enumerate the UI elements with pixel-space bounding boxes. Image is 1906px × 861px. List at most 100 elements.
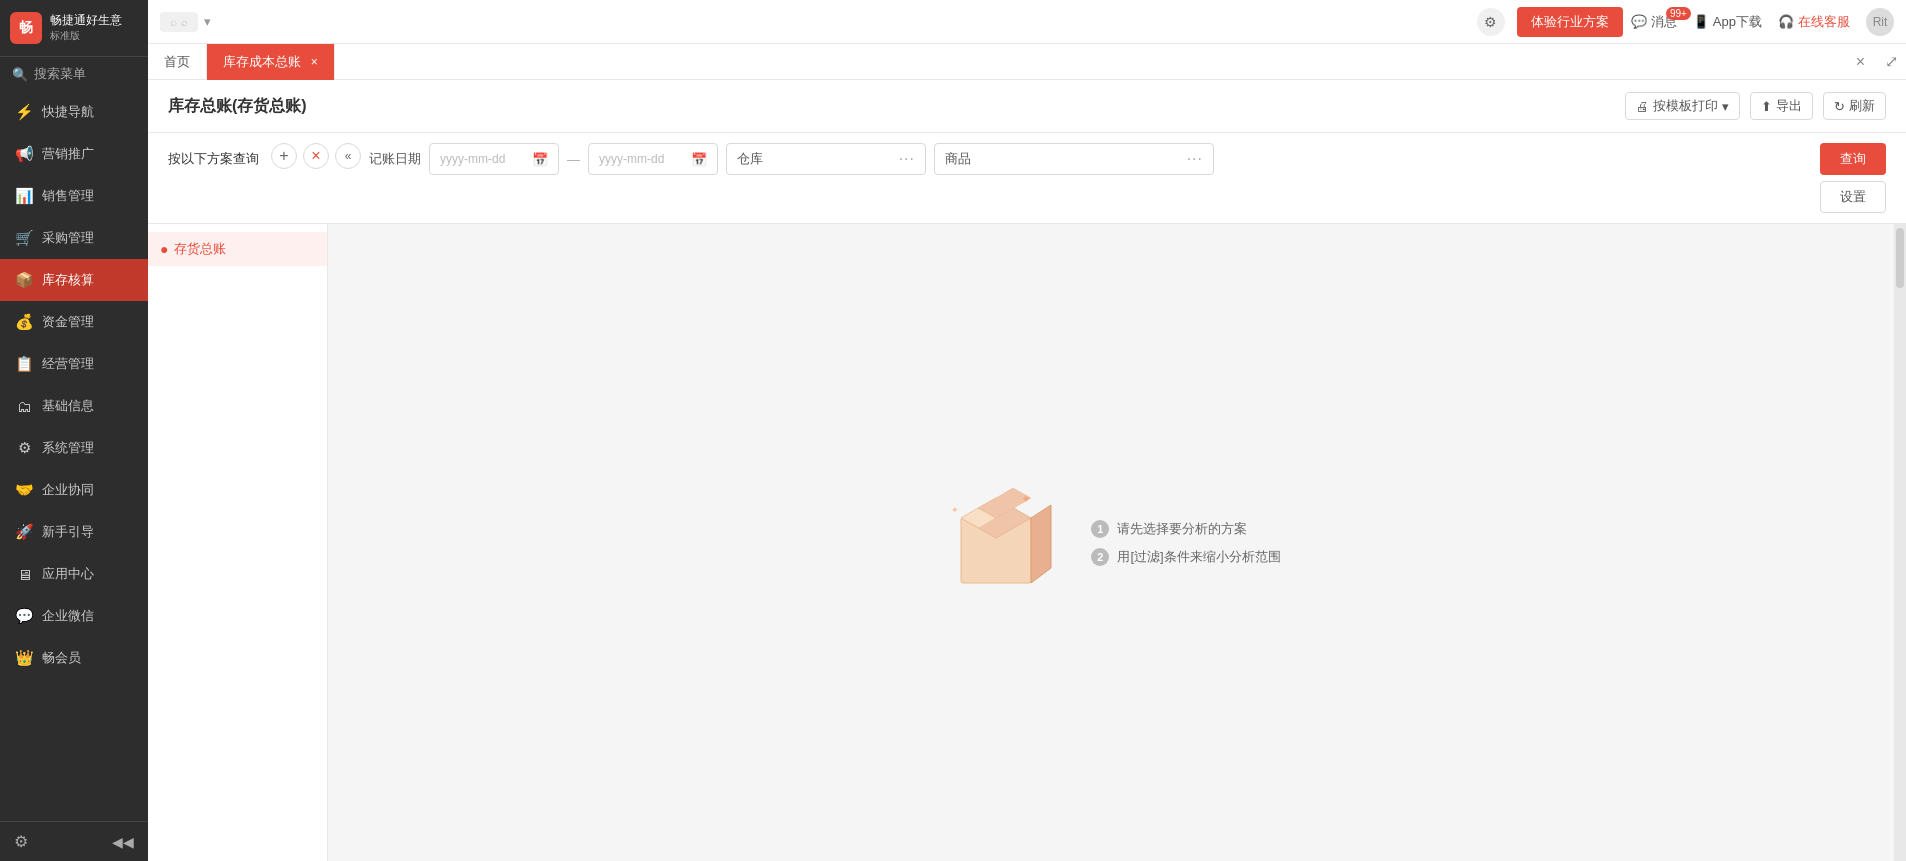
search-menu-label: 搜索菜单 [34,65,86,83]
calendar-end-icon: 📅 [691,152,707,167]
settings-footer-icon[interactable]: ⚙ [14,832,28,851]
main-area: ⌕ ⌕ ▾ ⚙ 体验行业方案 💬 消息 99+ 📱 App下载 🎧 在线客服 [148,0,1906,861]
goods-select[interactable]: 商品 ··· [934,143,1214,175]
tab-inventory-ledger[interactable]: 库存成本总账 × [207,44,335,80]
tip-1-num: 1 [1091,520,1109,538]
sidebar-item-quick-nav[interactable]: ⚡ 快捷导航 [0,91,148,133]
date-field-label: 记账日期 [369,150,421,168]
collapse-sidebar-icon[interactable]: ◀◀ [112,834,134,850]
page-header: 库存总账(存货总账) 🖨 按模板打印 ▾ ⬆ 导出 ↻ 刷新 [148,80,1906,133]
trial-button[interactable]: 体验行业方案 [1517,7,1623,37]
sidebar-footer: ⚙ ◀◀ [0,821,148,861]
sidebar-logo: 畅 畅捷通好生意 标准版 [0,0,148,57]
export-icon: ⬆ [1761,99,1772,114]
filter-collapse-button[interactable]: « [335,143,361,169]
service-label: 在线客服 [1798,13,1850,31]
page-title: 库存总账(存货总账) [168,96,307,117]
print-button[interactable]: 🖨 按模板打印 ▾ [1625,92,1740,120]
svg-text:✦: ✦ [951,505,959,515]
date-end-input[interactable]: yyyy-mm-dd 📅 [588,143,718,175]
avatar-text: Rit [1873,15,1888,29]
content-area: 库存总账(存货总账) 🖨 按模板打印 ▾ ⬆ 导出 ↻ 刷新 按以下方案查询 [148,80,1906,861]
content-body: ● 存货总账 [148,224,1906,861]
operations-label: 经营管理 [42,355,94,373]
marketing-label: 营销推广 [42,145,94,163]
enterprise-wechat-label: 企业微信 [42,607,94,625]
system-icon: ⚙ [14,438,34,458]
date-start-placeholder: yyyy-mm-dd [440,152,505,166]
empty-tips: 1 请先选择要分析的方案 2 用[过滤]条件来缩小分析范围 [1091,520,1280,566]
breadcrumb-chevron: ▾ [204,14,211,29]
sidebar-item-operations[interactable]: 📋 经营管理 [0,343,148,385]
refresh-button[interactable]: ↻ 刷新 [1823,92,1886,120]
export-label: 导出 [1776,97,1802,115]
newbie-icon: 🚀 [14,522,34,542]
sidebar-item-enterprise[interactable]: 🤝 企业协同 [0,469,148,511]
search-button[interactable]: 查询 [1820,143,1886,175]
sidebar-item-basic[interactable]: 🗂 基础信息 [0,385,148,427]
app-download-button[interactable]: 📱 App下载 [1693,13,1762,31]
filter-add-button[interactable]: + [271,143,297,169]
sidebar-item-marketing[interactable]: 📢 营销推广 [0,133,148,175]
delete-icon: × [311,147,320,165]
sidebar-item-finance[interactable]: 💰 资金管理 [0,301,148,343]
sales-label: 销售管理 [42,187,94,205]
headset-icon: 🎧 [1778,14,1794,29]
resize-icon[interactable]: ⤢ [1877,52,1906,71]
online-service-button[interactable]: 🎧 在线客服 [1778,13,1850,31]
sidebar-item-member[interactable]: 👑 畅会员 [0,637,148,679]
app-download-label: App下载 [1713,13,1762,31]
print-label: 按模板打印 [1653,97,1718,115]
goods-label: 商品 [945,150,971,168]
date-end-placeholder: yyyy-mm-dd [599,152,664,166]
right-scrollbar[interactable] [1894,224,1906,861]
enterprise-wechat-icon: 💬 [14,606,34,626]
empty-illustration: ✦ ✦ [941,483,1061,603]
sidebar-item-sales[interactable]: 📊 销售管理 [0,175,148,217]
warehouse-select[interactable]: 仓库 ··· [726,143,926,175]
add-icon: + [279,147,288,165]
sidebar-item-purchase[interactable]: 🛒 采购管理 [0,217,148,259]
sidebar-item-newbie[interactable]: 🚀 新手引导 [0,511,148,553]
user-avatar[interactable]: Rit [1866,8,1894,36]
filter-delete-button[interactable]: × [303,143,329,169]
messages-badge: 99+ [1666,7,1691,20]
empty-box-svg: ✦ ✦ [941,483,1061,593]
tip-2-num: 2 [1091,548,1109,566]
marketing-icon: 📢 [14,144,34,164]
sidebar-item-app-center[interactable]: 🖥 应用中心 [0,553,148,595]
scheme-item-stock-ledger[interactable]: ● 存货总账 [148,232,327,266]
close-tab-icon[interactable]: × [311,55,318,69]
refresh-icon: ↻ [1834,99,1845,114]
filter-label: 按以下方案查询 [168,143,259,175]
sidebar-item-enterprise-wechat[interactable]: 💬 企业微信 [0,595,148,637]
newbie-label: 新手引导 [42,523,94,541]
empty-state: ✦ ✦ 1 请先选择要分析的方案 2 用[过滤]条件来缩小分析范围 [328,224,1894,861]
sidebar-item-system[interactable]: ⚙ 系统管理 [0,427,148,469]
scrollbar-handle[interactable] [1896,228,1904,288]
sidebar-item-inventory[interactable]: 📦 库存核算 [0,259,148,301]
close-panel-button[interactable]: × [1844,53,1877,71]
sales-icon: 📊 [14,186,34,206]
refresh-label: 刷新 [1849,97,1875,115]
member-icon: 👑 [14,648,34,668]
search-menu[interactable]: 🔍 搜索菜单 [0,57,148,91]
svg-marker-2 [1031,505,1051,583]
export-button[interactable]: ⬆ 导出 [1750,92,1813,120]
enterprise-icon: 🤝 [14,480,34,500]
filter-settings-button[interactable]: 设置 [1820,181,1886,213]
filter-controls: 记账日期 yyyy-mm-dd 📅 — yyyy-mm-dd 📅 仓库 ··· [369,143,1808,175]
breadcrumb-input[interactable]: ⌕ ⌕ [160,12,198,32]
date-separator: — [567,152,580,167]
app-version: 标准版 [50,29,122,43]
messages-button[interactable]: 💬 消息 99+ [1631,13,1677,31]
logo-icon: 畅 [10,12,42,44]
calendar-start-icon: 📅 [532,152,548,167]
topbar-gear-button[interactable]: ⚙ [1477,8,1505,36]
tab-home[interactable]: 首页 [148,44,207,80]
date-start-input[interactable]: yyyy-mm-dd 📅 [429,143,559,175]
app-center-label: 应用中心 [42,565,94,583]
finance-label: 资金管理 [42,313,94,331]
tip-1-text: 请先选择要分析的方案 [1117,520,1247,538]
purchase-icon: 🛒 [14,228,34,248]
